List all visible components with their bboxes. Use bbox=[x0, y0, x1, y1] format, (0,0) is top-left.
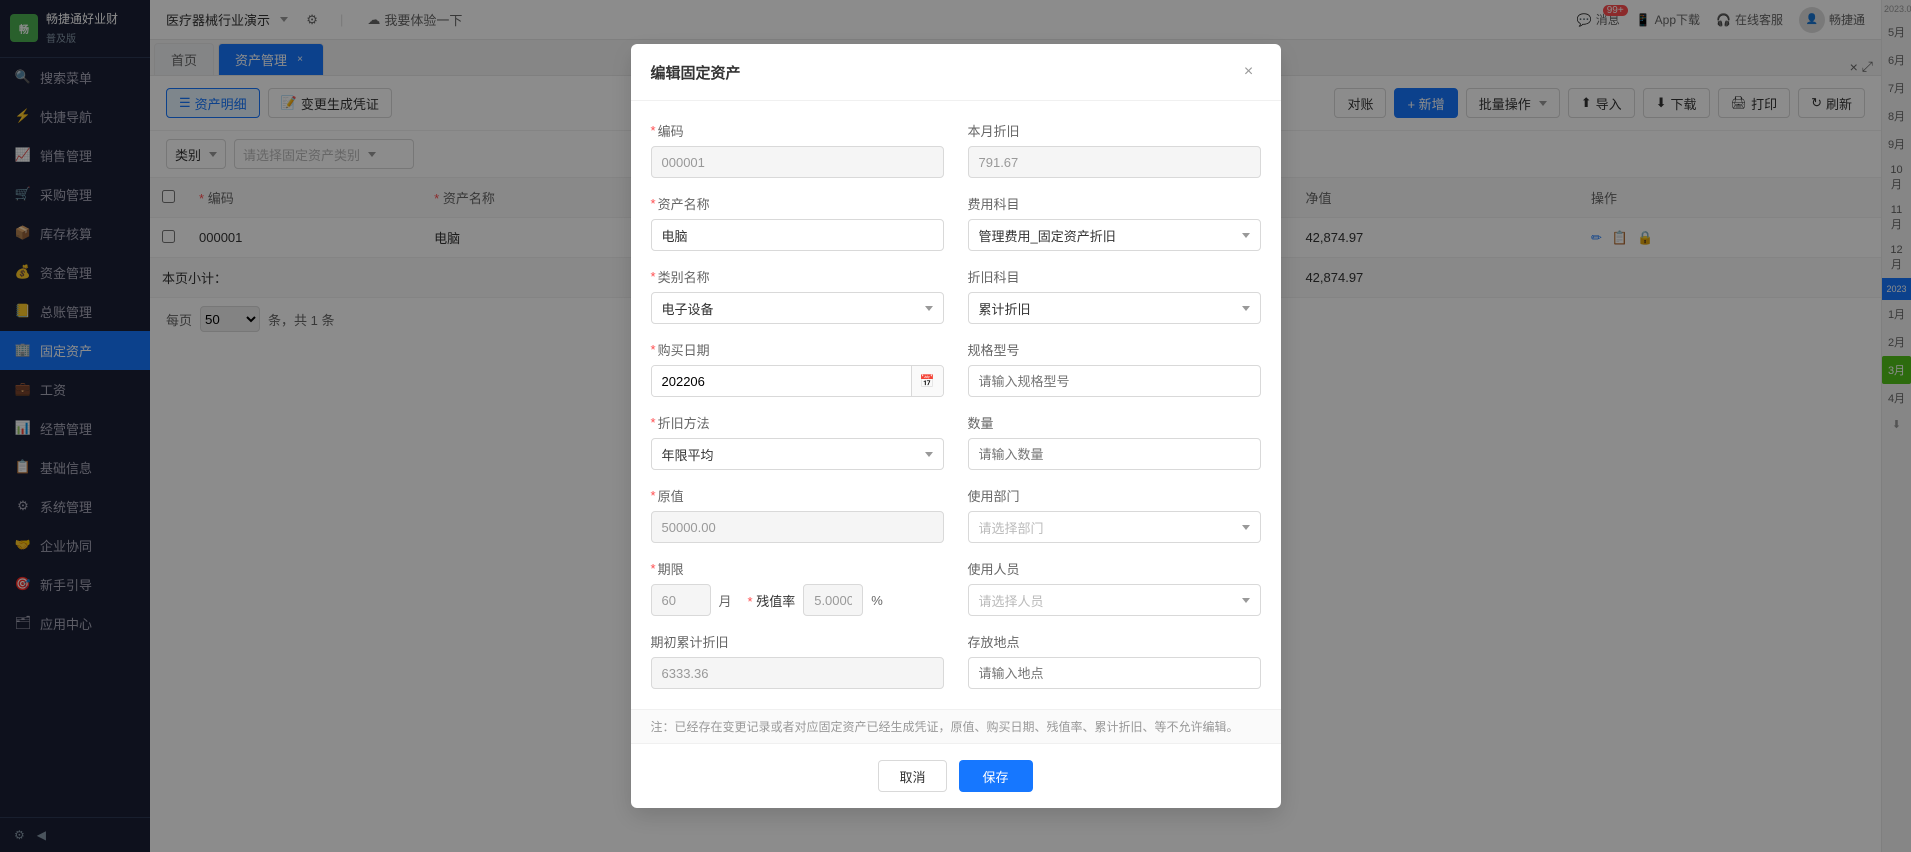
form-item-period: * 期限 月 * 残值率 % bbox=[651, 559, 944, 616]
note-text: 注：已经存在变更记录或者对应固定资产已经生成凭证，原值、购买日期、残值率、累计折… bbox=[651, 720, 1239, 734]
spec-input[interactable] bbox=[968, 365, 1261, 397]
accum-dep-label: 期初累计折旧 bbox=[651, 632, 944, 651]
dep-method-label: * 折旧方法 bbox=[651, 413, 944, 432]
quantity-label: 数量 bbox=[968, 413, 1261, 432]
dep-subject-select[interactable]: 累计折旧 bbox=[968, 292, 1261, 324]
residual-rate-unit: % bbox=[871, 593, 883, 608]
dialog-note: 注：已经存在变更记录或者对应固定资产已经生成凭证，原值、购买日期、残值率、累计折… bbox=[631, 709, 1281, 743]
form-item-location: 存放地点 bbox=[968, 632, 1261, 689]
dialog-header: 编辑固定资产 × bbox=[631, 44, 1281, 101]
user-dropdown-icon bbox=[1242, 598, 1250, 603]
form-item-asset-name: * 资产名称 bbox=[651, 194, 944, 251]
department-label: 使用部门 bbox=[968, 486, 1261, 505]
category-dropdown-icon bbox=[925, 306, 933, 311]
user-select[interactable]: 请选择人员 bbox=[968, 584, 1261, 616]
expense-subject-select[interactable]: 管理费用_固定资产折旧 bbox=[968, 219, 1261, 251]
monthly-dep-label: 本月折旧 bbox=[968, 121, 1261, 140]
asset-name-label: * 资产名称 bbox=[651, 194, 944, 213]
purchase-date-input[interactable] bbox=[652, 366, 911, 396]
form-item-spec: 规格型号 bbox=[968, 340, 1261, 397]
form-item-original-value: * 原值 bbox=[651, 486, 944, 543]
form-item-dep-method: * 折旧方法 年限平均 bbox=[651, 413, 944, 470]
form-item-accum-dep: 期初累计折旧 bbox=[651, 632, 944, 689]
form-item-quantity: 数量 bbox=[968, 413, 1261, 470]
form-item-purchase-date: * 购买日期 📅 bbox=[651, 340, 944, 397]
department-select[interactable]: 请选择部门 bbox=[968, 511, 1261, 543]
dialog-overlay: 编辑固定资产 × * 编码 本月折旧 bbox=[0, 0, 1911, 852]
dep-method-value: 年限平均 bbox=[662, 445, 714, 464]
dep-method-select[interactable]: 年限平均 bbox=[651, 438, 944, 470]
form-item-department: 使用部门 请选择部门 bbox=[968, 486, 1261, 543]
monthly-dep-input[interactable] bbox=[968, 146, 1261, 178]
code-label: * 编码 bbox=[651, 121, 944, 140]
dep-subject-dropdown-icon bbox=[1242, 306, 1250, 311]
original-value-label: * 原值 bbox=[651, 486, 944, 505]
expense-subject-dropdown-icon bbox=[1242, 233, 1250, 238]
form-item-monthly-dep: 本月折旧 bbox=[968, 121, 1261, 178]
quantity-input[interactable] bbox=[968, 438, 1261, 470]
asset-name-input[interactable] bbox=[651, 219, 944, 251]
location-input[interactable] bbox=[968, 657, 1261, 689]
category-name-label: * 类别名称 bbox=[651, 267, 944, 286]
residual-rate-input[interactable] bbox=[803, 584, 863, 616]
category-value: 电子设备 bbox=[662, 299, 714, 318]
dep-method-dropdown-icon bbox=[925, 452, 933, 457]
dialog-footer: 取消 保存 bbox=[631, 743, 1281, 808]
category-name-select[interactable]: 电子设备 bbox=[651, 292, 944, 324]
edit-asset-dialog: 编辑固定资产 × * 编码 本月折旧 bbox=[631, 44, 1281, 808]
dialog-body: * 编码 本月折旧 * 资产名称 bbox=[631, 101, 1281, 709]
dep-subject-value: 累计折旧 bbox=[979, 299, 1031, 318]
code-input[interactable] bbox=[651, 146, 944, 178]
form-item-expense-subject: 费用科目 管理费用_固定资产折旧 bbox=[968, 194, 1261, 251]
original-value-input[interactable] bbox=[651, 511, 944, 543]
dep-subject-label: 折旧科目 bbox=[968, 267, 1261, 286]
residual-rate-star: * 残值率 bbox=[748, 591, 796, 610]
cancel-button[interactable]: 取消 bbox=[878, 760, 946, 792]
dialog-close-button[interactable]: × bbox=[1237, 60, 1261, 84]
user-label: 使用人员 bbox=[968, 559, 1261, 578]
accum-dep-input[interactable] bbox=[651, 657, 944, 689]
purchase-date-label: * 购买日期 bbox=[651, 340, 944, 359]
purchase-date-wrap: 📅 bbox=[651, 365, 944, 397]
period-label: * 期限 bbox=[651, 559, 944, 578]
period-unit: 月 bbox=[719, 591, 732, 610]
expense-subject-label: 费用科目 bbox=[968, 194, 1261, 213]
dialog-title: 编辑固定资产 bbox=[651, 62, 741, 83]
save-button[interactable]: 保存 bbox=[959, 760, 1033, 792]
expense-subject-value: 管理费用_固定资产折旧 bbox=[979, 226, 1116, 245]
period-input[interactable] bbox=[651, 584, 711, 616]
form-item-code: * 编码 bbox=[651, 121, 944, 178]
user-placeholder: 请选择人员 bbox=[979, 591, 1044, 610]
department-placeholder: 请选择部门 bbox=[979, 518, 1044, 537]
period-group: 月 * 残值率 % bbox=[651, 584, 944, 616]
form-grid: * 编码 本月折旧 * 资产名称 bbox=[651, 121, 1261, 689]
location-label: 存放地点 bbox=[968, 632, 1261, 651]
form-item-user: 使用人员 请选择人员 bbox=[968, 559, 1261, 616]
department-dropdown-icon bbox=[1242, 525, 1250, 530]
form-item-dep-subject: 折旧科目 累计折旧 bbox=[968, 267, 1261, 324]
calendar-icon[interactable]: 📅 bbox=[911, 366, 943, 396]
form-item-category: * 类别名称 电子设备 bbox=[651, 267, 944, 324]
spec-label: 规格型号 bbox=[968, 340, 1261, 359]
